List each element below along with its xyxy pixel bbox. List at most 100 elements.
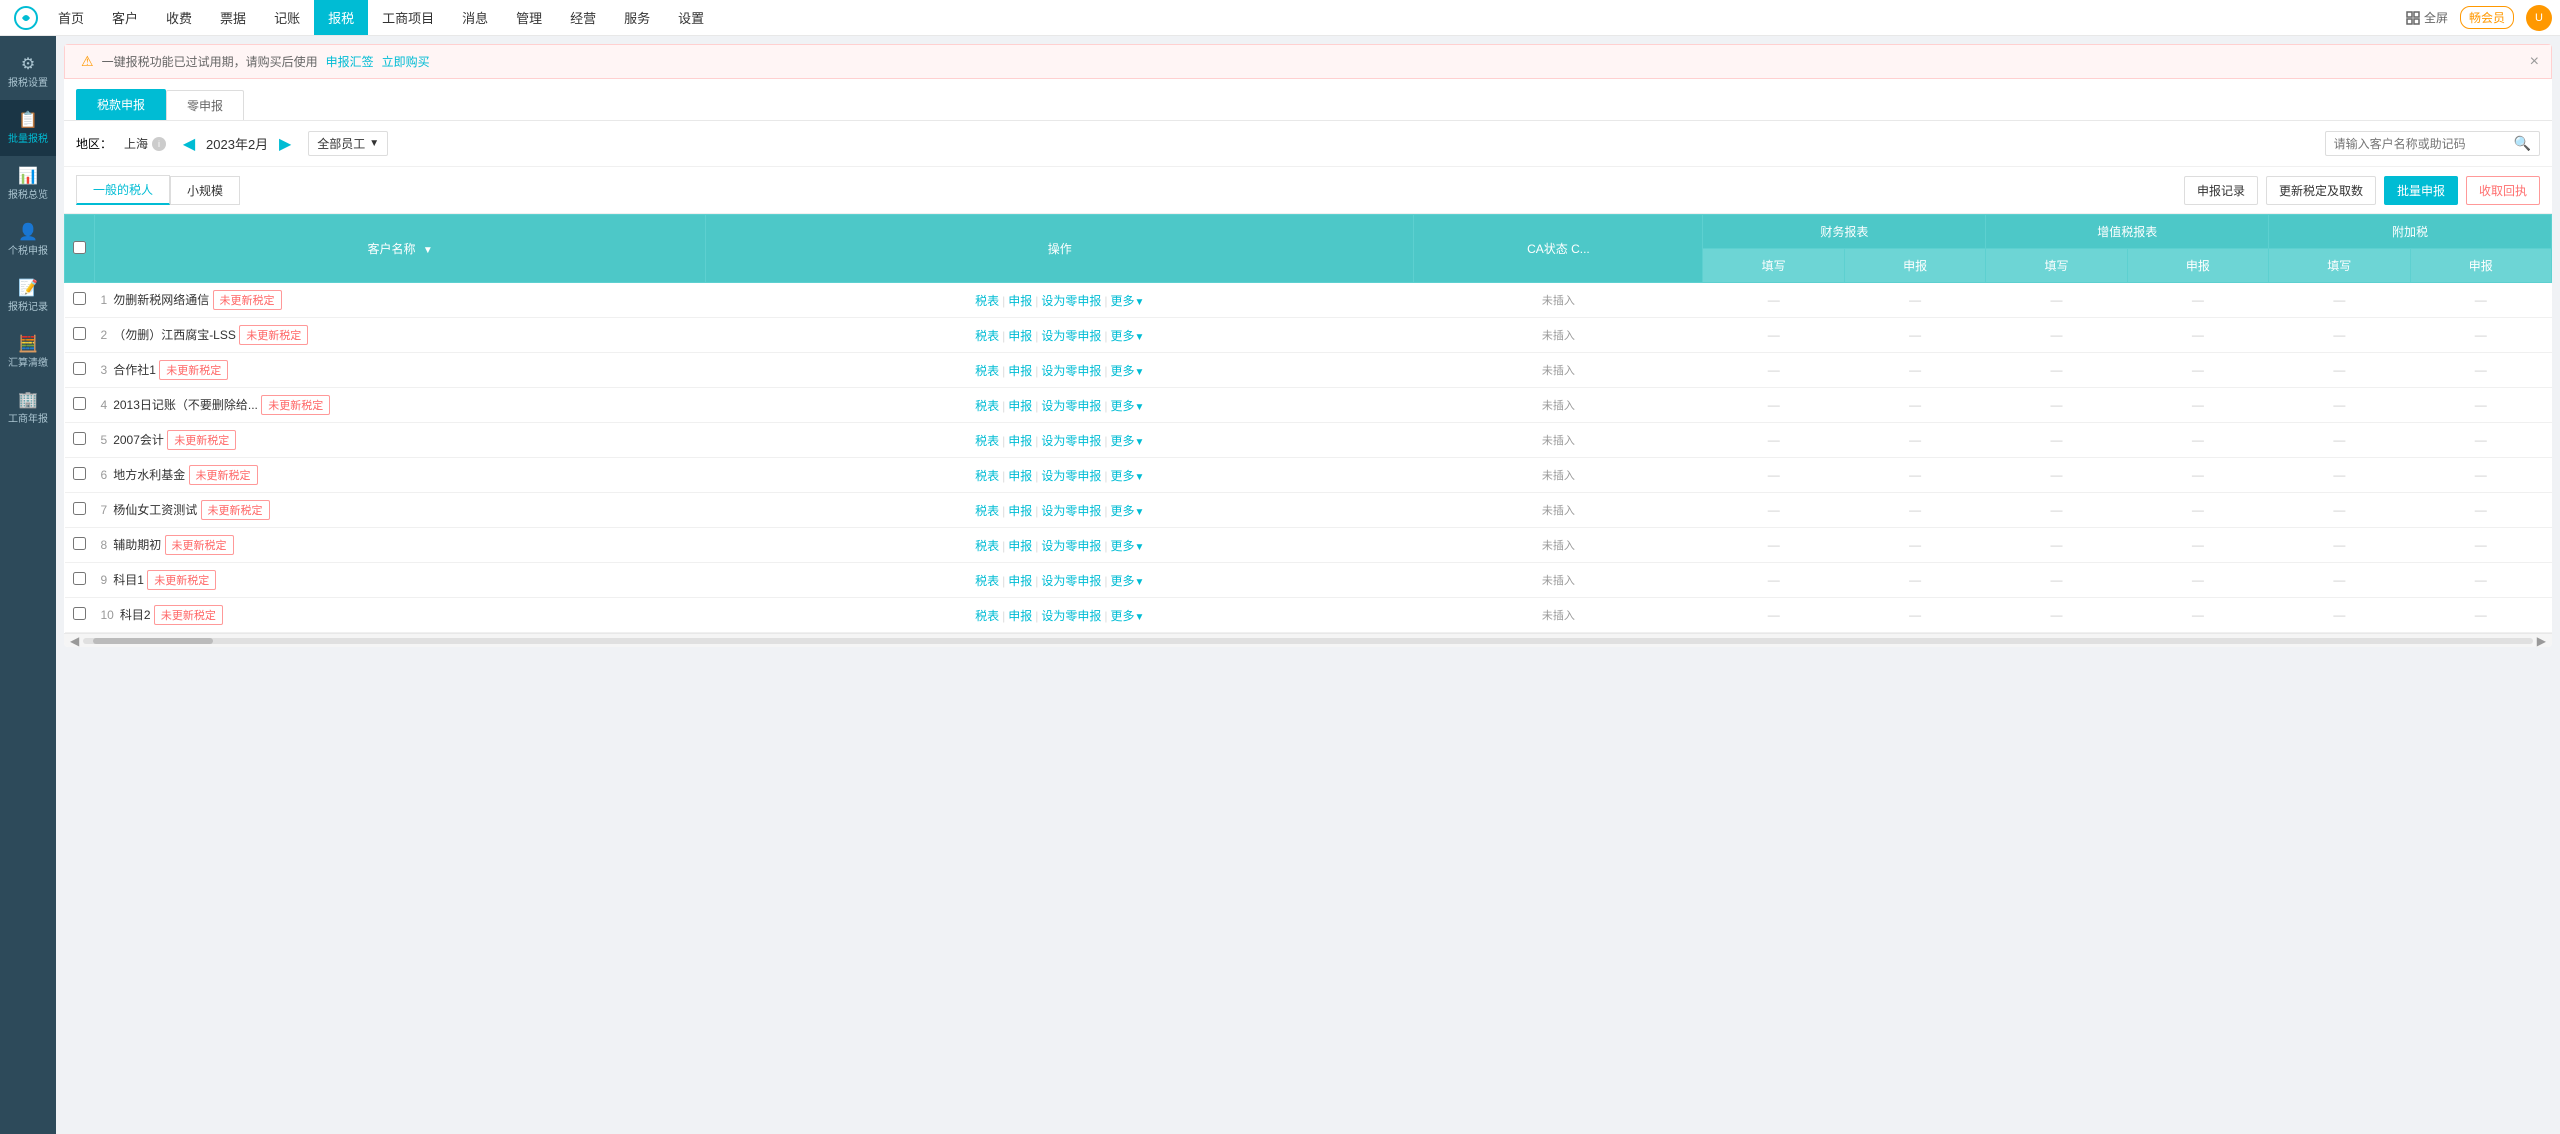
op-tax-form[interactable]: 税表 [975, 469, 999, 483]
op-tax-form[interactable]: 税表 [975, 574, 999, 588]
nav-operation[interactable]: 经营 [556, 0, 610, 35]
date-next-button[interactable]: ▶ [274, 133, 296, 155]
op-zero[interactable]: 设为零申报 [1041, 399, 1101, 413]
sidebar-item-tax-records[interactable]: 📝 报税记录 [0, 268, 56, 324]
filing-record-button[interactable]: 申报记录 [2184, 176, 2258, 205]
nav-service[interactable]: 服务 [610, 0, 664, 35]
nav-fee[interactable]: 收费 [152, 0, 206, 35]
nav-accounting[interactable]: 记账 [260, 0, 314, 35]
op-tax-form[interactable]: 税表 [975, 294, 999, 308]
op-tax-form[interactable]: 税表 [975, 434, 999, 448]
op-declare[interactable]: 申报 [1008, 574, 1032, 588]
op-more[interactable]: 更多▼ [1111, 294, 1145, 308]
nav-invoice[interactable]: 票据 [206, 0, 260, 35]
op-more[interactable]: 更多▼ [1111, 609, 1145, 623]
row-checkbox-3[interactable] [73, 397, 86, 410]
row-checkbox-1[interactable] [73, 327, 86, 340]
tab-tax-filing[interactable]: 税款申报 [76, 89, 166, 120]
op-zero[interactable]: 设为零申报 [1041, 434, 1101, 448]
op-tax-form[interactable]: 税表 [975, 364, 999, 378]
op-declare[interactable]: 申报 [1008, 609, 1032, 623]
collect-return-button[interactable]: 收取回执 [2466, 176, 2540, 205]
taxpayer-general-button[interactable]: 一般的税人 [76, 175, 170, 205]
op-more[interactable]: 更多▼ [1111, 574, 1145, 588]
nav-biz[interactable]: 工商项目 [368, 0, 448, 35]
nav-customer[interactable]: 客户 [98, 0, 152, 35]
op-zero[interactable]: 设为零申报 [1041, 364, 1101, 378]
finance-fill-val: — [1768, 608, 1780, 622]
row-checkbox-8[interactable] [73, 572, 86, 585]
op-declare[interactable]: 申报 [1008, 329, 1032, 343]
notice-link-buy[interactable]: 立即购买 [382, 53, 430, 70]
scroll-thumb[interactable] [93, 638, 213, 644]
nav-right-area: 全屏 畅会员 U [2406, 5, 2552, 31]
scroll-right-arrow[interactable]: ▶ [2533, 634, 2550, 648]
date-prev-button[interactable]: ◀ [178, 133, 200, 155]
tab-zero-filing[interactable]: 零申报 [166, 90, 244, 120]
sidebar-item-tax-settings[interactable]: ⚙ 报税设置 [0, 44, 56, 100]
nav-home[interactable]: 首页 [44, 0, 98, 35]
client-name: （勿删）江西腐宝-LSS [113, 328, 236, 342]
op-declare[interactable]: 申报 [1008, 364, 1032, 378]
search-input[interactable] [2334, 137, 2514, 151]
sidebar-item-personal-tax[interactable]: 👤 个税申报 [0, 212, 56, 268]
select-all-checkbox[interactable] [73, 241, 86, 254]
nav-settings[interactable]: 设置 [664, 0, 718, 35]
sidebar-item-calc-clear[interactable]: 🧮 汇算清缴 [0, 324, 56, 380]
op-tax-form[interactable]: 税表 [975, 504, 999, 518]
op-tax-form[interactable]: 税表 [975, 539, 999, 553]
row-checkbox-4[interactable] [73, 432, 86, 445]
upgrade-button[interactable]: 畅会员 [2460, 6, 2514, 29]
batch-filing-button[interactable]: 批量申报 [2384, 176, 2458, 205]
sidebar-item-biz-report[interactable]: 🏢 工商年报 [0, 380, 56, 436]
nav-tax[interactable]: 报税 [314, 0, 368, 35]
op-declare[interactable]: 申报 [1008, 434, 1032, 448]
user-avatar[interactable]: U [2526, 5, 2552, 31]
row-checkbox-0[interactable] [73, 292, 86, 305]
op-tax-form[interactable]: 税表 [975, 609, 999, 623]
op-zero[interactable]: 设为零申报 [1041, 609, 1101, 623]
op-more[interactable]: 更多▼ [1111, 539, 1145, 553]
op-declare[interactable]: 申报 [1008, 399, 1032, 413]
scroll-left-arrow[interactable]: ◀ [66, 634, 83, 648]
op-more[interactable]: 更多▼ [1111, 364, 1145, 378]
op-more[interactable]: 更多▼ [1111, 399, 1145, 413]
row-checkbox-9[interactable] [73, 607, 86, 620]
op-zero[interactable]: 设为零申报 [1041, 469, 1101, 483]
op-declare[interactable]: 申报 [1008, 504, 1032, 518]
op-zero[interactable]: 设为零申报 [1041, 329, 1101, 343]
horizontal-scrollbar[interactable]: ◀ ▶ [64, 633, 2552, 647]
fullscreen-button[interactable]: 全屏 [2406, 9, 2448, 26]
op-more[interactable]: 更多▼ [1111, 434, 1145, 448]
ca-status: 未插入 [1542, 435, 1575, 447]
update-params-button[interactable]: 更新税定及取数 [2266, 176, 2376, 205]
op-more[interactable]: 更多▼ [1111, 469, 1145, 483]
op-zero[interactable]: 设为零申报 [1041, 539, 1101, 553]
notice-close-button[interactable]: × [2530, 53, 2539, 71]
op-tax-form[interactable]: 税表 [975, 329, 999, 343]
taxpayer-small-button[interactable]: 小规模 [170, 176, 240, 205]
dept-select[interactable]: 全部员工 ▼ [308, 131, 388, 156]
op-declare[interactable]: 申报 [1008, 294, 1032, 308]
op-declare[interactable]: 申报 [1008, 539, 1032, 553]
row-checkbox-6[interactable] [73, 502, 86, 515]
vat-declare-val: — [2192, 608, 2204, 622]
op-zero[interactable]: 设为零申报 [1041, 504, 1101, 518]
row-checkbox-2[interactable] [73, 362, 86, 375]
sort-icon[interactable]: ▼ [423, 245, 433, 256]
nav-manage[interactable]: 管理 [502, 0, 556, 35]
nav-message[interactable]: 消息 [448, 0, 502, 35]
op-tax-form[interactable]: 税表 [975, 399, 999, 413]
op-more[interactable]: 更多▼ [1111, 504, 1145, 518]
op-zero[interactable]: 设为零申报 [1041, 294, 1101, 308]
row-checkbox-7[interactable] [73, 537, 86, 550]
notice-link-summary[interactable]: 申报汇签 [326, 53, 374, 70]
row-checkbox-5[interactable] [73, 467, 86, 480]
op-more[interactable]: 更多▼ [1111, 329, 1145, 343]
region-info-icon[interactable]: i [152, 137, 166, 151]
op-zero[interactable]: 设为零申报 [1041, 574, 1101, 588]
search-icon[interactable]: 🔍 [2514, 135, 2531, 152]
op-declare[interactable]: 申报 [1008, 469, 1032, 483]
sidebar-item-batch-tax[interactable]: 📋 批量报税 [0, 100, 56, 156]
sidebar-item-tax-overview[interactable]: 📊 报税总览 [0, 156, 56, 212]
